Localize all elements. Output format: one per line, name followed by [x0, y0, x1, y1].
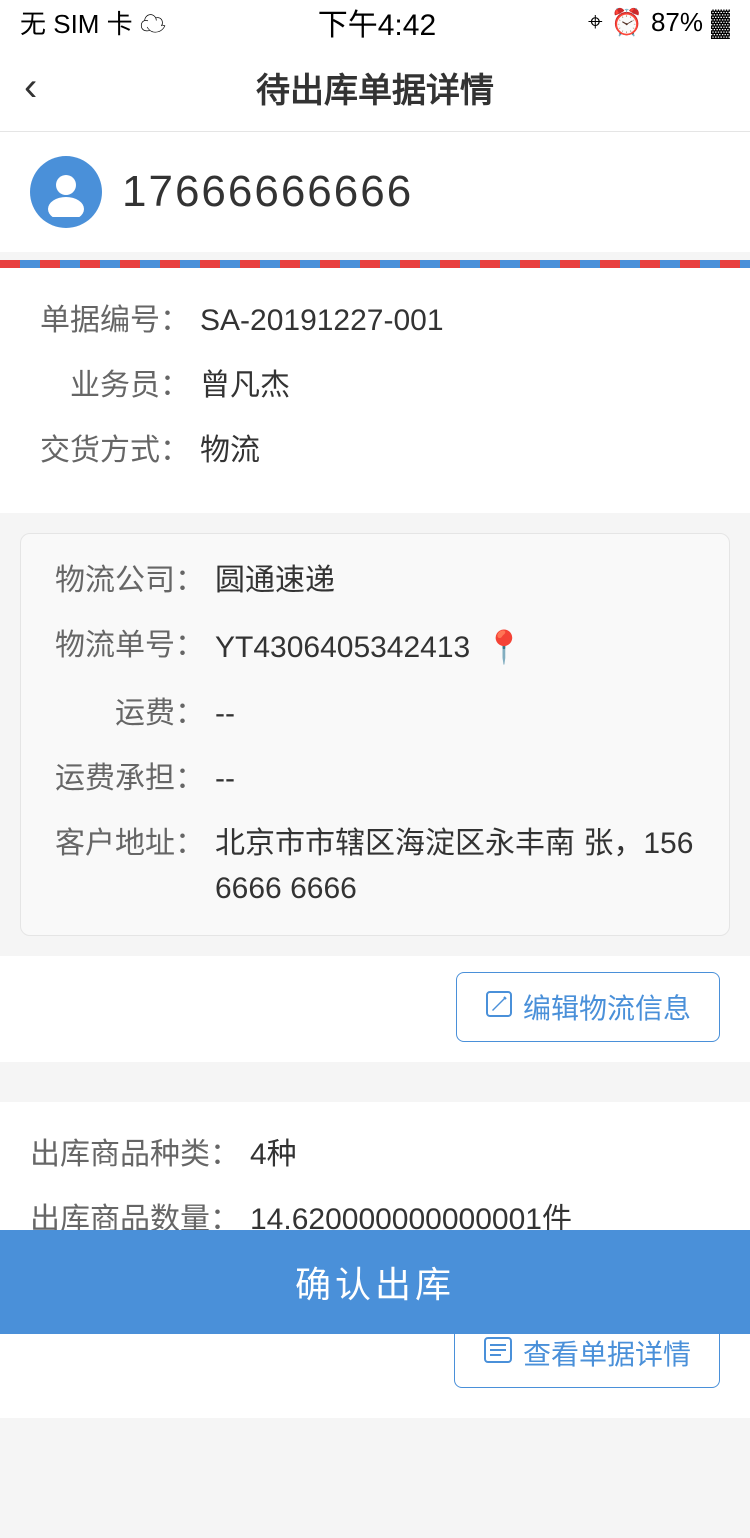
logistics-company-row: 物流公司： 圆通速递 [45, 558, 705, 603]
status-time: 下午4:42 [318, 0, 436, 44]
battery-icon: ▓ [711, 7, 730, 38]
detail-icon [483, 1336, 513, 1371]
freight-row: 运费： -- [45, 691, 705, 736]
map-pin-icon[interactable]: 📍 [484, 623, 524, 671]
document-number-label: 单据编号： [30, 298, 190, 343]
location-icon: ⌖ [588, 6, 603, 38]
status-bar: 无 SIM 卡 ☁ 下午4:42 ⌖ ⏰ 87% ▓ [0, 0, 750, 44]
user-header: 17666666666 [0, 132, 750, 260]
freight-bearer-label: 运费承担： [45, 756, 205, 801]
goods-type-value: 4种 [240, 1132, 720, 1177]
battery-label: 87% [651, 7, 703, 38]
status-right: ⌖ ⏰ 87% ▓ [588, 6, 730, 38]
freight-bearer-row: 运费承担： -- [45, 756, 705, 801]
delivery-method-label: 交货方式： [30, 428, 190, 473]
customer-address-value: 北京市市辖区海淀区永丰南 张，156 6666 6666 [205, 821, 705, 911]
freight-bearer-value: -- [205, 756, 705, 801]
freight-value: -- [205, 691, 705, 736]
logistics-card: 物流公司： 圆通速递 物流单号： YT43064053424​13 📍 运费： … [20, 533, 730, 936]
sim-status: 无 SIM 卡 ☁ [20, 4, 166, 41]
tracking-number-row: 物流单号： YT43064053424​13 📍 [45, 623, 705, 671]
document-number-row: 单据编号： SA-20191227-001 [30, 298, 720, 343]
salesperson-label: 业务员： [30, 363, 190, 408]
edit-logistics-wrapper: 编辑物流信息 [0, 956, 750, 1062]
logistics-company-label: 物流公司： [45, 558, 205, 603]
user-phone: 17666666666 [122, 167, 413, 217]
nav-bar: ‹ 待出库单据详情 [0, 44, 750, 132]
status-left: 无 SIM 卡 ☁ [20, 4, 166, 41]
edit-icon [485, 990, 513, 1025]
customer-address-label: 客户地址： [45, 821, 205, 866]
page-title: 待出库单据详情 [256, 63, 494, 112]
customer-address-row: 客户地址： 北京市市辖区海淀区永丰南 张，156 6666 6666 [45, 821, 705, 911]
salesperson-value: 曾凡杰 [190, 363, 720, 408]
view-detail-label: 查看单据详情 [523, 1333, 691, 1373]
tracking-number-label: 物流单号： [45, 623, 205, 668]
edit-logistics-button[interactable]: 编辑物流信息 [456, 972, 720, 1042]
avatar-icon [41, 167, 91, 217]
tracking-number-value: YT43064053424​13 📍 [205, 623, 705, 671]
alarm-icon: ⏰ [611, 7, 643, 38]
back-button[interactable]: ‹ [24, 65, 37, 110]
delivery-method-row: 交货方式： 物流 [30, 428, 720, 473]
avatar [30, 156, 102, 228]
section-divider [0, 1082, 750, 1102]
decorative-border [0, 260, 750, 268]
confirm-outbound-button[interactable]: 确认出库 [295, 1256, 455, 1308]
edit-logistics-label: 编辑物流信息 [523, 987, 691, 1027]
delivery-method-value: 物流 [190, 428, 720, 473]
confirm-btn-area: 确认出库 [0, 1230, 750, 1334]
document-number-value: SA-20191227-001 [190, 298, 720, 343]
goods-type-row: 出库商品种类： 4种 [30, 1132, 720, 1177]
basic-info-section: 单据编号： SA-20191227-001 业务员： 曾凡杰 交货方式： 物流 [0, 268, 750, 513]
salesperson-row: 业务员： 曾凡杰 [30, 363, 720, 408]
goods-type-label: 出库商品种类： [30, 1132, 240, 1177]
logistics-company-value: 圆通速递 [205, 558, 705, 603]
freight-label: 运费： [45, 691, 205, 736]
